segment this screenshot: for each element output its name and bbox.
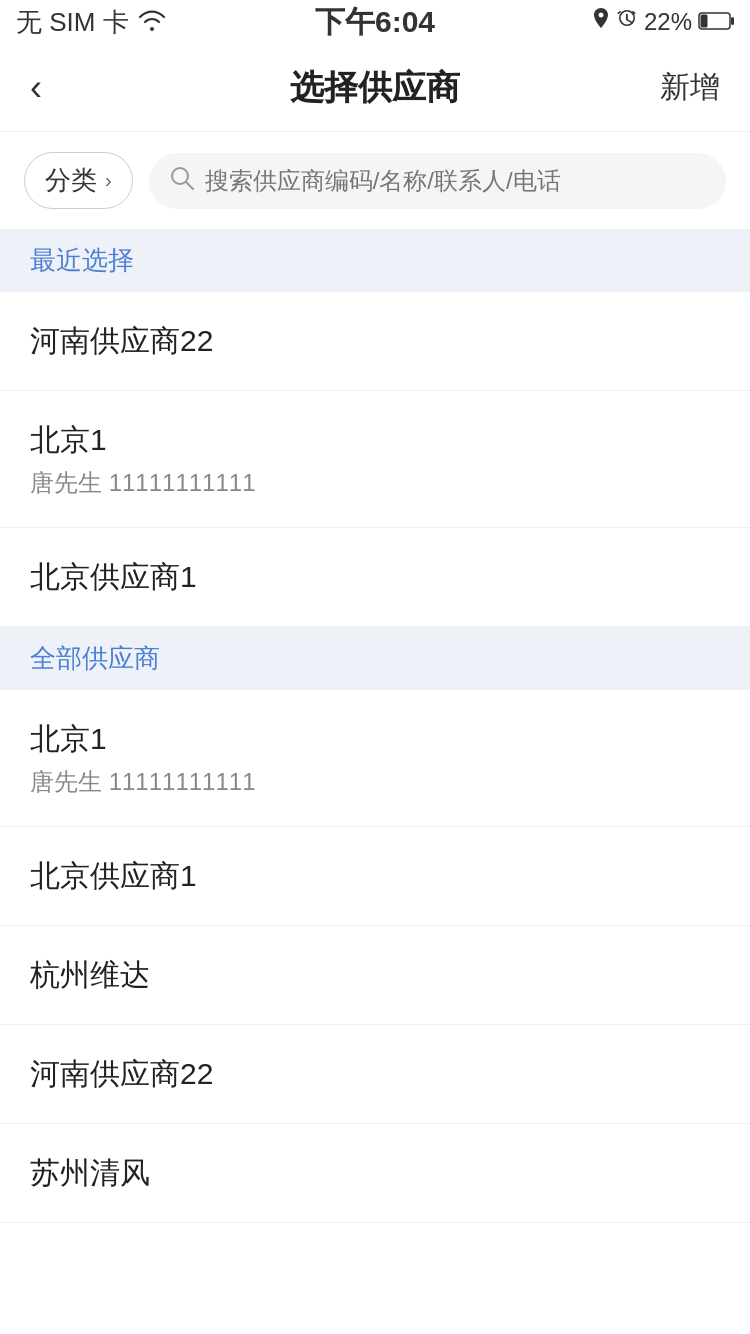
recent-items-list: 河南供应商22 北京1 唐先生 11111111111 北京供应商1	[0, 292, 750, 627]
item-sub: 唐先生 11111111111	[30, 766, 720, 798]
item-sub: 唐先生 11111111111	[30, 467, 720, 499]
battery-icon	[698, 8, 734, 36]
alarm-icon	[616, 8, 638, 36]
list-item[interactable]: 北京供应商1	[0, 528, 750, 627]
status-time: 下午6:04	[315, 2, 435, 43]
svg-rect-1	[701, 15, 708, 28]
recent-section-label: 最近选择	[30, 245, 134, 275]
item-name: 杭州维达	[30, 954, 720, 996]
recent-section-header: 最近选择	[0, 229, 750, 292]
location-icon	[592, 8, 610, 36]
status-left: 无 SIM 卡	[16, 5, 167, 40]
search-icon	[169, 165, 195, 197]
nav-bar: ‹ 选择供应商 新增	[0, 44, 750, 132]
status-bar: 无 SIM 卡 下午6:04 22%	[0, 0, 750, 44]
page-title: 选择供应商	[290, 65, 460, 111]
list-item[interactable]: 河南供应商22	[0, 1025, 750, 1124]
list-item[interactable]: 北京1 唐先生 11111111111	[0, 690, 750, 827]
back-button[interactable]: ‹	[30, 67, 90, 109]
all-section-header: 全部供应商	[0, 627, 750, 690]
filter-bar: 分类 ›	[0, 132, 750, 229]
list-item[interactable]: 河南供应商22	[0, 292, 750, 391]
all-section-label: 全部供应商	[30, 643, 160, 673]
list-item[interactable]: 苏州清风	[0, 1124, 750, 1223]
item-name: 北京1	[30, 718, 720, 760]
svg-rect-2	[731, 17, 734, 25]
list-item[interactable]: 北京供应商1	[0, 827, 750, 926]
item-name: 河南供应商22	[30, 320, 720, 362]
category-filter[interactable]: 分类 ›	[24, 152, 133, 209]
item-name: 河南供应商22	[30, 1053, 720, 1095]
status-right: 22%	[592, 8, 734, 36]
chevron-right-icon: ›	[105, 169, 112, 192]
item-name: 苏州清风	[30, 1152, 720, 1194]
list-item[interactable]: 北京1 唐先生 11111111111	[0, 391, 750, 528]
battery-label: 22%	[644, 8, 692, 36]
carrier-label: 无 SIM 卡	[16, 5, 129, 40]
item-name: 北京1	[30, 419, 720, 461]
svg-line-4	[186, 182, 193, 189]
wifi-icon	[137, 7, 167, 38]
item-name: 北京供应商1	[30, 855, 720, 897]
all-items-list: 北京1 唐先生 11111111111 北京供应商1 杭州维达河南供应商22 苏州清风	[0, 690, 750, 1223]
search-input[interactable]	[205, 167, 706, 195]
category-label: 分类	[45, 163, 97, 198]
item-name: 北京供应商1	[30, 556, 720, 598]
list-item[interactable]: 杭州维达	[0, 926, 750, 1025]
search-bar	[149, 153, 726, 209]
add-button[interactable]: 新增	[660, 67, 720, 108]
